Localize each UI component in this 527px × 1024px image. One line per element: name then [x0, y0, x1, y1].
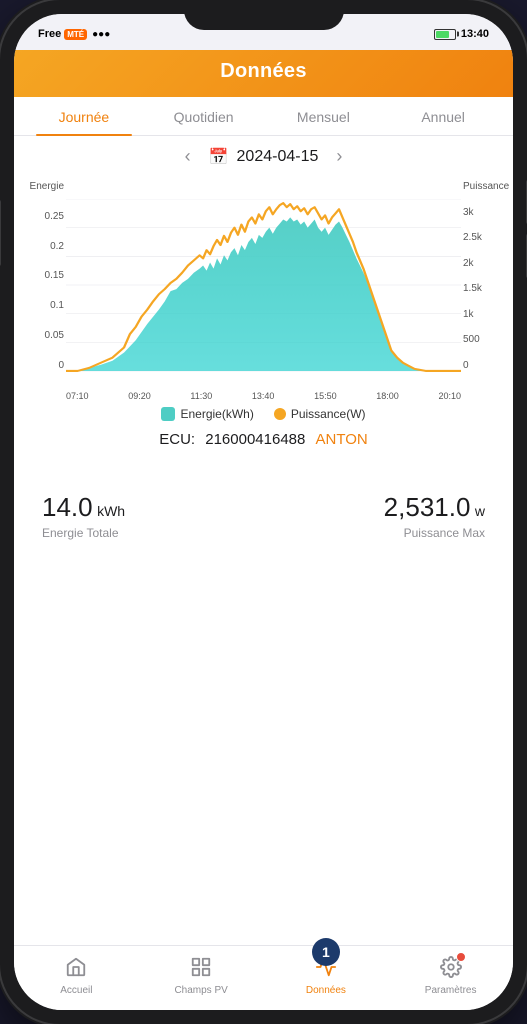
x-label-5: 18:00 [376, 391, 399, 401]
x-label-3: 13:40 [252, 391, 275, 401]
nav-accueil-label: Accueil [60, 985, 92, 996]
y-left-005: 0.05 [45, 330, 64, 341]
chart-legend: Energie(kWh) Puissance(W) [28, 401, 499, 425]
notification-badge: 1 [312, 938, 340, 966]
nav-champs[interactable]: Champs PV [139, 952, 264, 1000]
y-left-02: 0.2 [50, 241, 64, 252]
stat-power-value-container: 2,531.0 w [384, 492, 485, 523]
y-right-2k: 2k [463, 258, 474, 269]
chart-svg [66, 199, 461, 373]
date-display: 📅 2024-04-15 [209, 147, 319, 167]
legend-label-energy: Energie(kWh) [180, 407, 253, 421]
date-navigation: ‹ 📅 2024-04-15 › [14, 136, 513, 177]
y-right-25k: 2.5k [463, 232, 482, 243]
time-display: 13:40 [461, 28, 489, 40]
next-date-button[interactable]: › [328, 146, 350, 167]
y-left-01: 0.1 [50, 300, 64, 311]
stat-energy-value: 14.0 [42, 492, 93, 522]
signal-bars: ●●● [92, 29, 110, 40]
y-right-500: 500 [463, 334, 480, 345]
nav-donnees[interactable]: 1 Données [264, 952, 389, 1000]
nav-donnees-label: Données [306, 985, 346, 996]
stat-power-label: Puissance Max [384, 526, 485, 540]
tab-mensuel[interactable]: Mensuel [264, 97, 384, 135]
bottom-nav: Accueil Champs PV 1 [14, 945, 513, 1010]
nav-accueil[interactable]: Accueil [14, 952, 139, 1000]
grid-icon [190, 956, 212, 982]
tab-bar: Journée Quotidien Mensuel Annuel [14, 97, 513, 136]
nav-parametres-label: Paramètres [425, 985, 477, 996]
legend-power: Puissance(W) [274, 407, 366, 421]
y-left-015: 0.15 [45, 270, 64, 281]
ecu-info: ECU: 216000416488 ANTON [28, 425, 499, 458]
chart-container: Energie 0.25 0.2 0.15 0.1 0.05 0 Puissan… [28, 181, 499, 401]
y-right-header: Puissance [463, 181, 509, 192]
tab-journee[interactable]: Journée [24, 97, 144, 135]
carrier-name: Free [38, 28, 61, 40]
legend-color-power [274, 408, 286, 420]
current-date: 2024-04-15 [237, 148, 319, 166]
nav-champs-label: Champs PV [174, 985, 227, 996]
x-axis-labels: 07:10 09:20 11:30 13:40 15:50 18:00 20:1… [66, 391, 461, 401]
status-right: 13:40 [434, 28, 489, 40]
stats-section: 14.0 kWh Energie Totale 2,531.0 w Puissa… [14, 476, 513, 556]
calendar-icon: 📅 [209, 147, 229, 167]
stat-power: 2,531.0 w Puissance Max [384, 492, 485, 540]
tab-quotidien[interactable]: Quotidien [144, 97, 264, 135]
ecu-name: ANTON [316, 431, 368, 448]
x-label-4: 15:50 [314, 391, 337, 401]
y-left-header: Energie [30, 181, 64, 192]
battery-fill [436, 31, 450, 38]
battery-icon [434, 29, 456, 40]
nav-parametres[interactable]: Paramètres [388, 952, 513, 1000]
legend-energy: Energie(kWh) [161, 407, 253, 421]
power-button[interactable] [0, 200, 1, 266]
page-title: Données [220, 60, 307, 82]
stat-power-value: 2,531.0 [384, 492, 471, 522]
x-label-6: 20:10 [438, 391, 461, 401]
stat-energy-label: Energie Totale [42, 526, 125, 540]
y-right-15k: 1.5k [463, 283, 482, 294]
status-bar: Free MTÉ ●●● 13:40 [14, 14, 513, 50]
x-label-1: 09:20 [128, 391, 151, 401]
x-label-0: 07:10 [66, 391, 89, 401]
y-right-1k: 1k [463, 309, 474, 320]
tab-annuel[interactable]: Annuel [383, 97, 503, 135]
screen: Free MTÉ ●●● 13:40 Données Journée Quoti… [14, 14, 513, 1010]
y-right-0: 0 [463, 360, 469, 371]
stat-energy-unit: kWh [97, 503, 125, 519]
phone-frame: Free MTÉ ●●● 13:40 Données Journée Quoti… [0, 0, 527, 1024]
ecu-label: ECU: [159, 431, 195, 448]
stat-power-unit: w [475, 503, 485, 519]
y-left-025: 0.25 [45, 211, 64, 222]
chart-section: Energie 0.25 0.2 0.15 0.1 0.05 0 Puissan… [14, 177, 513, 468]
legend-label-power: Puissance(W) [291, 407, 366, 421]
y-right-3k: 3k [463, 207, 474, 218]
stat-energy-value-container: 14.0 kWh [42, 492, 125, 523]
y-axis-left: Energie 0.25 0.2 0.15 0.1 0.05 0 [28, 181, 64, 371]
prev-date-button[interactable]: ‹ [177, 146, 199, 167]
chart-drawing-area [66, 199, 461, 373]
settings-icon [440, 956, 462, 982]
y-axis-right: Puissance 3k 2.5k 2k 1.5k 1k 500 0 [463, 181, 499, 371]
x-label-2: 11:30 [190, 391, 212, 401]
stat-energy: 14.0 kWh Energie Totale [42, 492, 125, 540]
page-header: Données [14, 50, 513, 97]
ecu-id: 216000416488 [205, 431, 305, 448]
main-content: Journée Quotidien Mensuel Annuel ‹ 📅 202… [14, 97, 513, 945]
legend-color-energy [161, 407, 175, 421]
carrier-info: Free MTÉ ●●● [38, 28, 110, 40]
y-left-0: 0 [58, 360, 64, 371]
network-badge: MTÉ [64, 29, 87, 40]
home-icon [65, 956, 87, 982]
